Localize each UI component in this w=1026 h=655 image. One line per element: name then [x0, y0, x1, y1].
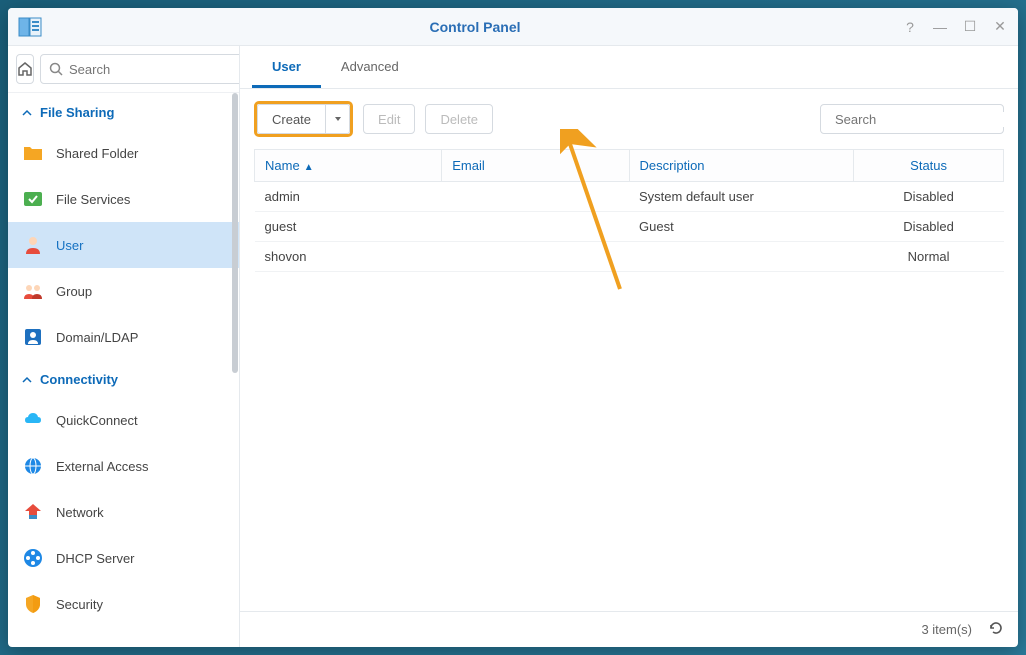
main-panel: User Advanced Create Edit Delete	[240, 46, 1018, 647]
control-panel-window: Control Panel ? — ☐ ✕	[8, 8, 1018, 647]
sidebar-item-group[interactable]: Group	[8, 268, 239, 314]
caret-down-icon	[334, 115, 342, 123]
domain-icon	[22, 326, 44, 348]
table-wrap: Name▲ Email Description Status admin Syst…	[240, 149, 1018, 611]
refresh-button[interactable]	[988, 620, 1004, 639]
col-status[interactable]: Status	[854, 150, 1004, 182]
refresh-icon	[988, 620, 1004, 636]
col-name[interactable]: Name▲	[255, 150, 442, 182]
sidebar-item-label: External Access	[56, 459, 149, 474]
table-header-row: Name▲ Email Description Status	[255, 150, 1004, 182]
chevron-up-icon	[22, 375, 32, 385]
edit-button[interactable]: Edit	[363, 104, 415, 134]
window-controls: ? — ☐ ✕	[902, 18, 1008, 35]
group-icon	[22, 280, 44, 302]
sidebar-item-label: DHCP Server	[56, 551, 135, 566]
sidebar-item-label: Domain/LDAP	[56, 330, 138, 345]
sidebar: File Sharing Shared Folder File Services…	[8, 46, 240, 647]
cell-email	[442, 242, 629, 272]
sidebar-item-label: Group	[56, 284, 92, 299]
cell-email	[442, 212, 629, 242]
tab-advanced[interactable]: Advanced	[321, 46, 419, 88]
window-body: File Sharing Shared Folder File Services…	[8, 46, 1018, 647]
file-services-icon	[22, 188, 44, 210]
sidebar-item-label: Network	[56, 505, 104, 520]
globe-icon	[22, 455, 44, 477]
help-icon[interactable]: ?	[902, 19, 918, 35]
cell-status: Normal	[854, 242, 1004, 272]
col-email[interactable]: Email	[442, 150, 629, 182]
create-button-highlight: Create	[254, 101, 353, 137]
sidebar-item-quickconnect[interactable]: QuickConnect	[8, 397, 239, 443]
home-button[interactable]	[16, 54, 34, 84]
shield-icon	[22, 593, 44, 615]
sidebar-search[interactable]	[40, 54, 240, 84]
sidebar-item-external-access[interactable]: External Access	[8, 443, 239, 489]
titlebar: Control Panel ? — ☐ ✕	[8, 8, 1018, 46]
sidebar-item-label: QuickConnect	[56, 413, 138, 428]
sidebar-search-input[interactable]	[69, 62, 240, 77]
chevron-up-icon	[22, 108, 32, 118]
sidebar-item-dhcp-server[interactable]: DHCP Server	[8, 535, 239, 581]
toolbar: Create Edit Delete	[240, 89, 1018, 149]
filter-search[interactable]	[820, 104, 1004, 134]
sidebar-item-label: File Services	[56, 192, 130, 207]
app-icon	[18, 17, 42, 37]
table-row[interactable]: guest GuestDisabled	[255, 212, 1004, 242]
search-icon	[49, 62, 63, 76]
table-row[interactable]: shovon Normal	[255, 242, 1004, 272]
cell-description: Guest	[629, 212, 854, 242]
user-table: Name▲ Email Description Status admin Syst…	[254, 149, 1004, 272]
footer: 3 item(s)	[240, 611, 1018, 647]
col-description[interactable]: Description	[629, 150, 854, 182]
cell-description: System default user	[629, 182, 854, 212]
tab-user[interactable]: User	[252, 46, 321, 88]
item-count: 3 item(s)	[921, 622, 972, 637]
user-icon	[22, 234, 44, 256]
scrollbar[interactable]	[232, 93, 238, 373]
sidebar-item-label: Security	[56, 597, 103, 612]
delete-button[interactable]: Delete	[425, 104, 493, 134]
sidebar-item-label: User	[56, 238, 83, 253]
tabs: User Advanced	[240, 46, 1018, 89]
create-button[interactable]: Create	[257, 104, 326, 134]
quickconnect-icon	[22, 409, 44, 431]
section-connectivity[interactable]: Connectivity	[8, 360, 239, 397]
sort-asc-icon: ▲	[304, 162, 314, 173]
close-icon[interactable]: ✕	[992, 18, 1008, 35]
cell-status: Disabled	[854, 182, 1004, 212]
main-area: Create Edit Delete	[240, 89, 1018, 647]
minimize-icon[interactable]: —	[932, 19, 948, 35]
sidebar-item-shared-folder[interactable]: Shared Folder	[8, 130, 239, 176]
sidebar-item-user[interactable]: User	[8, 222, 239, 268]
window-title: Control Panel	[48, 19, 902, 35]
sidebar-item-label: Shared Folder	[56, 146, 138, 161]
cell-name: shovon	[255, 242, 442, 272]
filter-search-input[interactable]	[835, 112, 1011, 127]
table-row[interactable]: admin System default userDisabled	[255, 182, 1004, 212]
cell-email	[442, 182, 629, 212]
folder-icon	[22, 142, 44, 164]
sidebar-item-network[interactable]: Network	[8, 489, 239, 535]
cell-name: guest	[255, 212, 442, 242]
create-dropdown-button[interactable]	[326, 104, 350, 134]
network-icon	[22, 501, 44, 523]
cell-description	[629, 242, 854, 272]
sidebar-item-security[interactable]: Security	[8, 581, 239, 627]
sidebar-top	[8, 46, 239, 93]
home-icon	[17, 61, 33, 77]
cell-name: admin	[255, 182, 442, 212]
sidebar-item-file-services[interactable]: File Services	[8, 176, 239, 222]
maximize-icon[interactable]: ☐	[962, 18, 978, 35]
sidebar-item-domain-ldap[interactable]: Domain/LDAP	[8, 314, 239, 360]
section-label: Connectivity	[40, 372, 118, 387]
cell-status: Disabled	[854, 212, 1004, 242]
section-file-sharing[interactable]: File Sharing	[8, 93, 239, 130]
sidebar-list: File Sharing Shared Folder File Services…	[8, 93, 239, 647]
dhcp-icon	[22, 547, 44, 569]
section-label: File Sharing	[40, 105, 114, 120]
